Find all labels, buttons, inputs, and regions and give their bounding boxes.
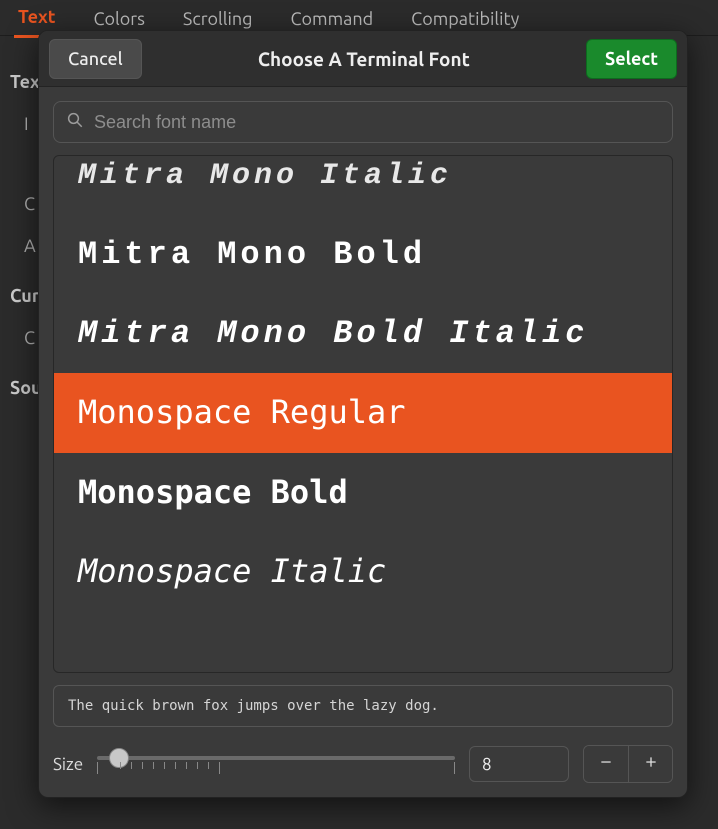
font-preview: The quick brown fox jumps over the lazy … — [53, 685, 673, 727]
search-input[interactable] — [94, 112, 660, 133]
search-icon — [66, 111, 84, 133]
font-item[interactable]: Monospace Italic — [54, 532, 672, 611]
size-decrease-button[interactable] — [584, 746, 628, 782]
font-list[interactable]: Mitra Mono ItalicMitra Mono BoldMitra Mo… — [53, 155, 673, 673]
size-stepper — [583, 745, 673, 783]
plus-icon — [643, 754, 659, 774]
size-increase-button[interactable] — [628, 746, 672, 782]
font-item[interactable]: Monospace Regular — [54, 373, 672, 452]
size-label: Size — [53, 755, 83, 774]
dialog-content: Mitra Mono ItalicMitra Mono BoldMitra Mo… — [39, 87, 687, 797]
minus-icon — [598, 754, 614, 774]
font-chooser-dialog: Cancel Choose A Terminal Font Select Mit… — [38, 30, 688, 798]
slider-ticks — [97, 762, 455, 776]
search-field[interactable] — [53, 101, 673, 143]
font-item[interactable]: Mitra Mono Italic — [54, 156, 672, 215]
dialog-title: Choose A Terminal Font — [258, 48, 470, 70]
font-item[interactable]: Mitra Mono Bold Italic — [54, 294, 672, 373]
size-value-field[interactable]: 8 — [469, 746, 569, 782]
select-button[interactable]: Select — [586, 39, 677, 79]
dialog-titlebar: Cancel Choose A Terminal Font Select — [39, 31, 687, 87]
size-row: Size 8 — [53, 745, 673, 783]
size-slider[interactable] — [97, 747, 455, 781]
cancel-button[interactable]: Cancel — [49, 39, 142, 79]
font-item[interactable]: Monospace Bold — [54, 453, 672, 532]
font-item[interactable]: Mitra Mono Bold — [54, 215, 672, 294]
slider-track — [97, 756, 455, 760]
